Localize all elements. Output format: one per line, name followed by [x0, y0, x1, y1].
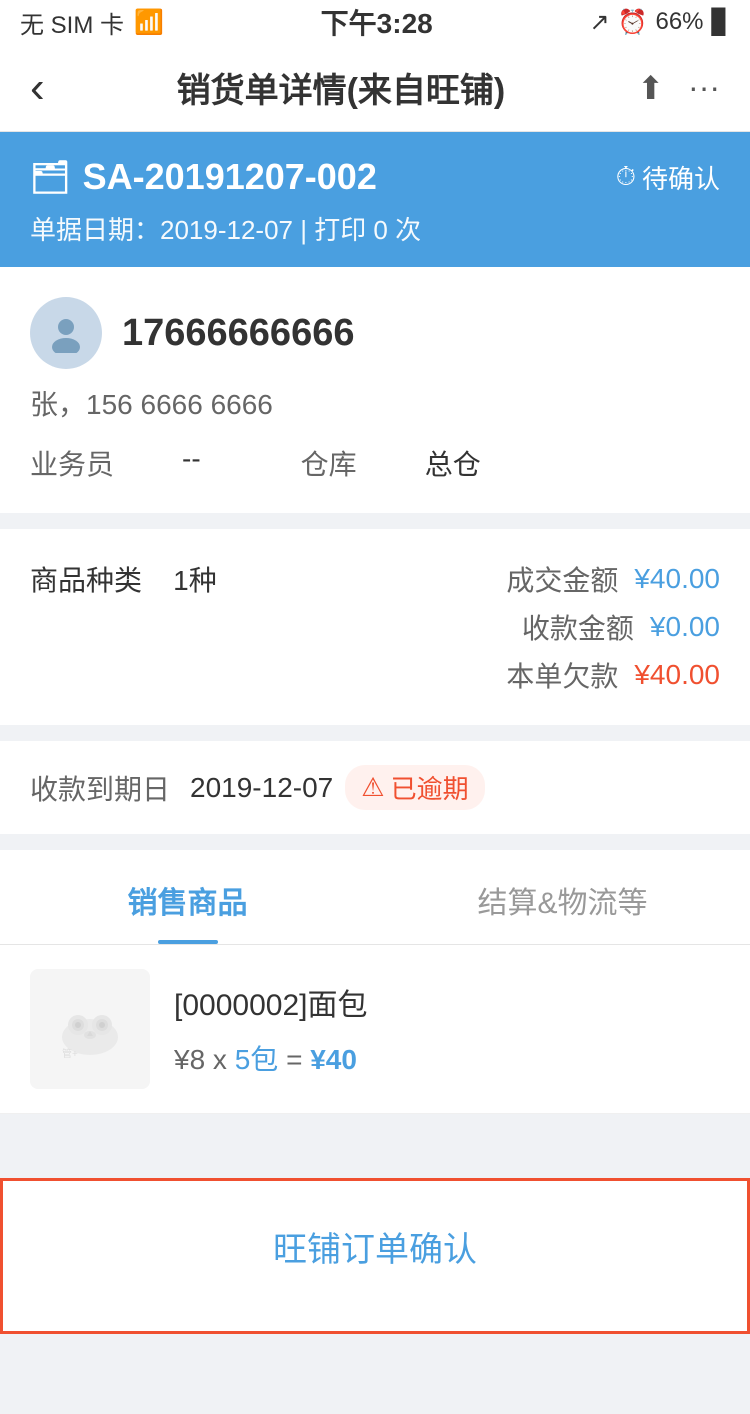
tab-settlement[interactable]: 结算&物流等: [375, 850, 750, 944]
product-name: [0000002]面包: [174, 980, 720, 1024]
overdue-icon: ⚠: [361, 772, 384, 803]
status-bar: 无 SIM 卡 📶 下午3:28 ↗ ⏰ 66% ▊: [0, 0, 750, 44]
tab-sales[interactable]: 销售商品: [0, 850, 375, 944]
order-header-card: 🗂 SA-20191207-002 ⏱ 待确认 单据日期：2019-12-07 …: [0, 132, 750, 267]
customer-meta: 业务员 -- 仓库 总仓: [30, 443, 720, 483]
status-time: 下午3:28: [321, 2, 433, 42]
customer-section: 17666666666 张，156 6666 6666 业务员 -- 仓库 总仓: [0, 267, 750, 513]
received-label: 收款金额: [522, 607, 634, 647]
warehouse-value: 总仓: [425, 443, 481, 483]
nav-actions: ⬆ ···: [637, 69, 720, 107]
due-date-section: 收款到期日 2019-12-07 ⚠ 已逾期: [0, 741, 750, 834]
sales-label: 业务员: [30, 443, 114, 483]
tab-section: 销售商品 结算&物流等 管+: [0, 850, 750, 1114]
avatar: [30, 297, 102, 369]
warehouse-label: 仓库: [301, 443, 357, 483]
share-icon[interactable]: ⬆: [637, 69, 664, 107]
equals-sign: =: [286, 1044, 310, 1075]
page-title: 销货单详情(来自旺铺): [177, 63, 506, 112]
product-type-value: 1种: [173, 565, 217, 596]
due-date-label: 收款到期日: [30, 768, 170, 808]
product-thumbnail: 管+: [30, 969, 150, 1089]
more-icon[interactable]: ···: [688, 69, 720, 106]
summary-section: 商品种类 1种 成交金额 ¥40.00 收款金额 ¥0.00 本单欠款 ¥40.…: [0, 529, 750, 725]
order-id: 🗂 SA-20191207-002: [30, 156, 377, 198]
status-right: ↗ ⏰ 66% ▊: [589, 8, 730, 37]
amount-value: ¥40.00: [634, 563, 720, 595]
customer-phone: 17666666666: [122, 312, 354, 355]
product-info: [0000002]面包 ¥8 x 5包 = ¥40: [174, 980, 720, 1078]
battery-icon: ▊: [712, 8, 730, 37]
price-text: ¥8 x: [174, 1044, 235, 1075]
amount-row: 成交金额 ¥40.00: [506, 559, 720, 599]
owed-value: ¥40.00: [634, 659, 720, 691]
confirm-order-button[interactable]: 旺铺订单确认: [33, 1201, 717, 1291]
status-left: 无 SIM 卡 📶: [20, 5, 164, 40]
confirm-button-wrap: 旺铺订单确认: [0, 1178, 750, 1334]
product-type-row: 商品种类 1种: [30, 559, 217, 599]
summary-left: 商品种类 1种: [30, 559, 217, 599]
product-list: 管+ [0000002]面包 ¥8 x 5包 = ¥40: [0, 945, 750, 1114]
received-value: ¥0.00: [650, 611, 720, 643]
owed-label: 本单欠款: [506, 655, 618, 695]
owed-row: 本单欠款 ¥40.00: [506, 655, 720, 695]
due-date-value: 2019-12-07: [190, 772, 333, 804]
tab-bar: 销售商品 结算&物流等: [0, 850, 750, 945]
table-row: 管+ [0000002]面包 ¥8 x 5包 = ¥40: [0, 945, 750, 1114]
sales-value: --: [182, 443, 201, 483]
order-status: ⏱ 待确认: [616, 159, 720, 196]
battery-level: 66%: [655, 8, 703, 36]
svg-text:管+: 管+: [62, 1047, 78, 1059]
overdue-text: 已逾期: [391, 769, 469, 806]
sim-status: 无 SIM 卡: [20, 5, 124, 40]
location-icon: ↗: [589, 8, 609, 37]
product-price: ¥8 x 5包 = ¥40: [174, 1038, 720, 1078]
alarm-icon: ⏰: [618, 8, 648, 37]
clock-icon: ⏱: [616, 161, 636, 193]
nav-bar: ‹ 销货单详情(来自旺铺) ⬆ ···: [0, 44, 750, 132]
back-button[interactable]: ‹: [30, 63, 45, 113]
order-id-icon: 🗂: [30, 158, 71, 196]
amount-label: 成交金额: [506, 559, 618, 599]
product-total: ¥40: [310, 1044, 357, 1075]
summary-right: 成交金额 ¥40.00 收款金额 ¥0.00 本单欠款 ¥40.00: [506, 559, 720, 695]
product-qty: 5包: [235, 1044, 279, 1075]
wifi-icon: 📶: [134, 8, 164, 37]
received-row: 收款金额 ¥0.00: [522, 607, 720, 647]
order-date: 单据日期：2019-12-07 | 打印 0 次: [30, 210, 720, 247]
customer-name: 张，156 6666 6666: [30, 383, 720, 423]
product-type-label: 商品种类: [30, 565, 142, 596]
overdue-badge: ⚠ 已逾期: [345, 765, 484, 810]
